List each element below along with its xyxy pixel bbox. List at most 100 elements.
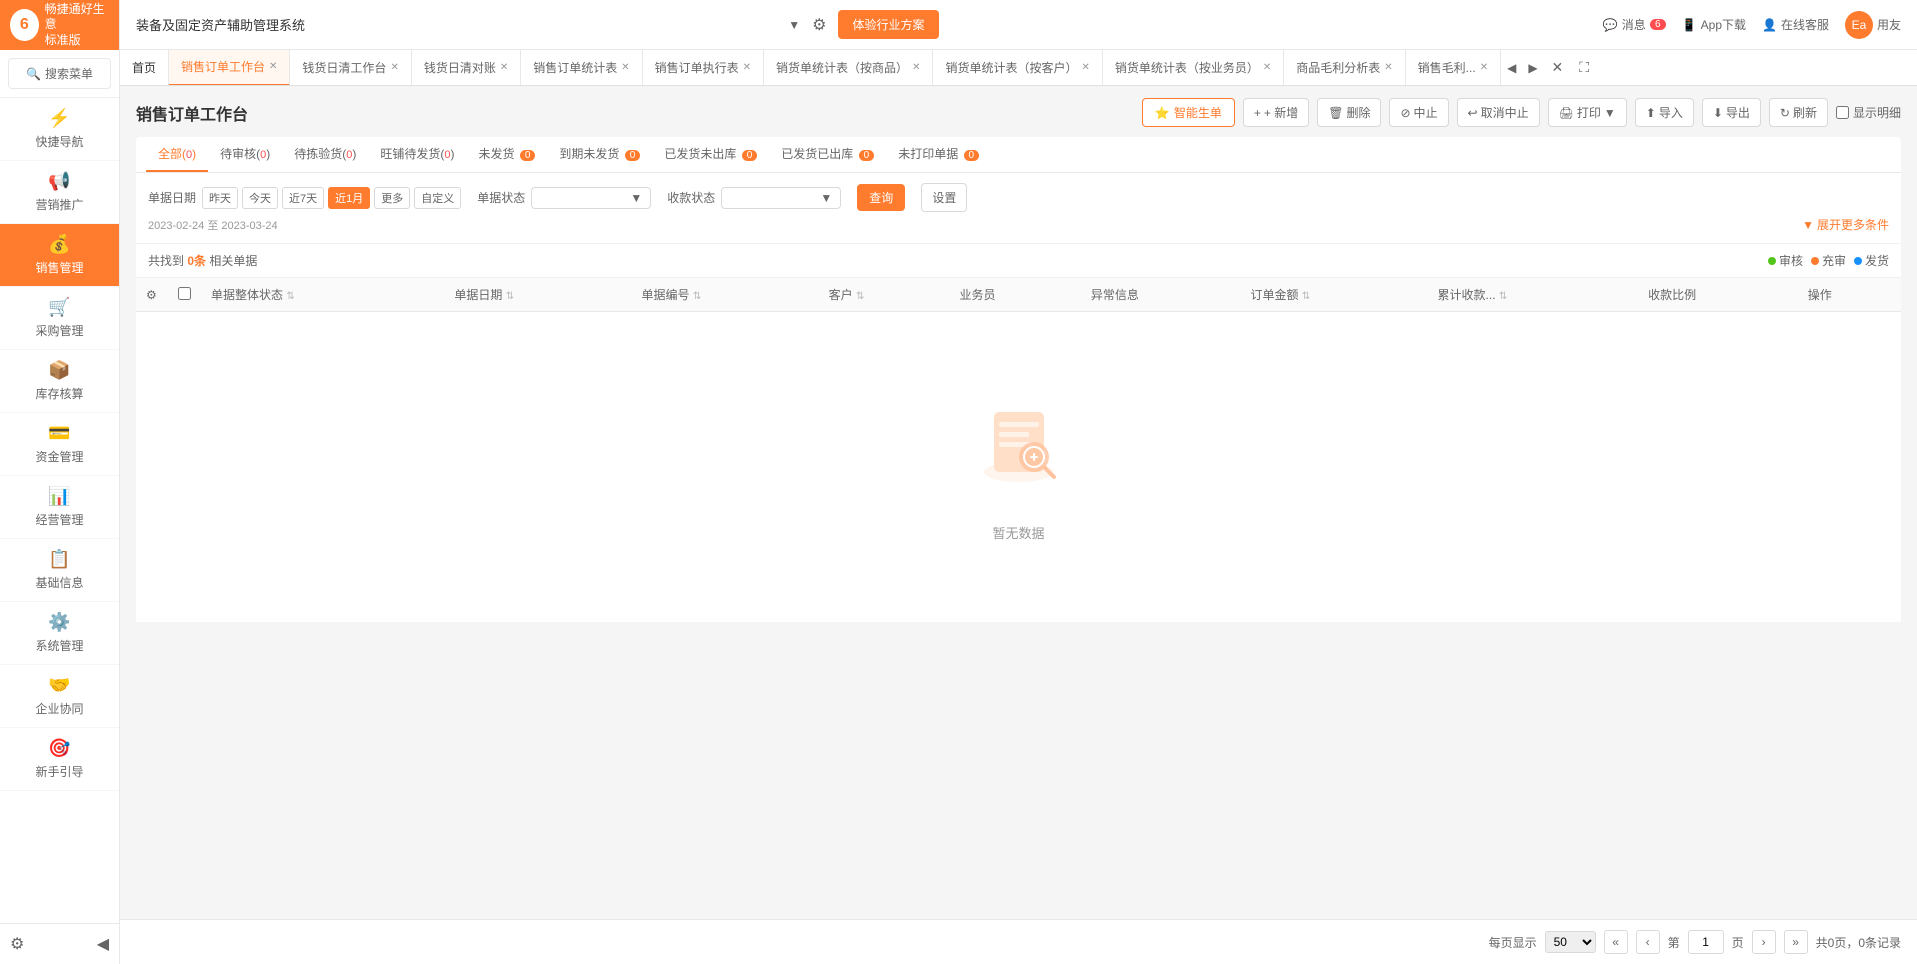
system-switcher[interactable]: ▼ bbox=[788, 18, 800, 32]
tab-sales-stats[interactable]: 销售订单统计表 ✕ bbox=[521, 50, 642, 86]
guide-icon: 🎯 bbox=[48, 738, 70, 759]
sidebar-item-marketing[interactable]: 📢 营销推广 bbox=[0, 161, 119, 224]
page-size-select[interactable]: 50 100 200 bbox=[1545, 931, 1596, 953]
undo-review-action[interactable]: 充审 bbox=[1811, 252, 1846, 269]
select-all-checkbox[interactable] bbox=[178, 287, 191, 300]
query-btn[interactable]: 查询 bbox=[857, 184, 905, 211]
collapse-btn[interactable]: ◀ bbox=[97, 934, 109, 954]
tab-close-margin[interactable]: ✕ bbox=[1480, 62, 1488, 73]
trial-btn[interactable]: 体验行业方案 bbox=[838, 10, 938, 39]
sidebar-item-sales[interactable]: 💰 销售管理 bbox=[0, 224, 119, 287]
message-btn[interactable]: 💬 消息 6 bbox=[1603, 16, 1666, 33]
delete-btn[interactable]: 🗑 删除 bbox=[1317, 98, 1381, 127]
page-first-btn[interactable]: « bbox=[1604, 930, 1628, 954]
tab-scroll-left[interactable]: ◀ bbox=[1501, 50, 1522, 86]
page-next-btn[interactable]: › bbox=[1752, 930, 1776, 954]
user-area[interactable]: Ea 用友 bbox=[1845, 11, 1901, 39]
date-7days[interactable]: 近7天 bbox=[282, 187, 324, 209]
settings-bottom-btn[interactable]: ⚙ bbox=[10, 934, 24, 954]
sort-amount[interactable]: ⇅ bbox=[1302, 291, 1310, 302]
sort-customer[interactable]: ⇅ bbox=[856, 291, 864, 302]
search-menu-button[interactable]: 🔍 搜索菜单 bbox=[8, 58, 111, 89]
sub-tab-overdue-ship[interactable]: 到期未发货 0 bbox=[547, 137, 652, 172]
filter-row-1: 单据日期 昨天 今天 近7天 近1月 更多 自定义 单据状态 ▼ bbox=[148, 183, 1889, 212]
tab-close-staff[interactable]: ✕ bbox=[1263, 62, 1271, 73]
sub-tab-pending-inspect[interactable]: 待拣验货(0) bbox=[282, 137, 368, 172]
tab-close-goods[interactable]: ✕ bbox=[912, 62, 920, 73]
date-custom[interactable]: 自定义 bbox=[414, 187, 461, 209]
stop-btn[interactable]: ⊘ 中止 bbox=[1389, 98, 1448, 127]
page-last-btn[interactable]: » bbox=[1784, 930, 1808, 954]
sub-tab-shop-pending[interactable]: 旺铺待发货(0) bbox=[368, 137, 466, 172]
sidebar-item-quick-nav[interactable]: ⚡ 快捷导航 bbox=[0, 98, 119, 161]
tab-close-customer[interactable]: ✕ bbox=[1081, 62, 1089, 73]
tab-staff-stats[interactable]: 销货单统计表（按业务员） ✕ bbox=[1103, 50, 1284, 86]
tab-sales-order[interactable]: 销售订单工作台 ✕ bbox=[169, 50, 290, 86]
page-number-input[interactable] bbox=[1688, 930, 1724, 954]
sub-tab-all[interactable]: 全部(0) bbox=[146, 137, 208, 172]
date-yesterday[interactable]: 昨天 bbox=[202, 187, 238, 209]
tab-close-profit[interactable]: ✕ bbox=[1384, 62, 1392, 73]
tab-sales-margin[interactable]: 销售毛利... ✕ bbox=[1406, 50, 1501, 86]
print-btn[interactable]: 🖨 打印 ▼ bbox=[1548, 98, 1627, 127]
online-service-btn[interactable]: 👤 在线客服 bbox=[1762, 16, 1829, 33]
export-btn[interactable]: ⬇ 导出 bbox=[1702, 98, 1761, 127]
tab-close-daily-clear[interactable]: ✕ bbox=[390, 62, 398, 73]
service-icon: 👤 bbox=[1762, 18, 1777, 32]
smart-generate-btn[interactable]: ⭐ 智能生单 bbox=[1142, 98, 1235, 127]
sidebar-item-inventory[interactable]: 📦 库存核算 bbox=[0, 350, 119, 413]
date-today[interactable]: 今天 bbox=[242, 187, 278, 209]
tab-close-reconcile[interactable]: ✕ bbox=[500, 62, 508, 73]
tab-sales-exec[interactable]: 销售订单执行表 ✕ bbox=[643, 50, 764, 86]
app-download-btn[interactable]: 📱 App下载 bbox=[1682, 16, 1746, 33]
date-1month[interactable]: 近1月 bbox=[328, 187, 370, 209]
sidebar-item-finance[interactable]: 💳 资金管理 bbox=[0, 413, 119, 476]
sidebar-item-basic-info[interactable]: 📋 基础信息 bbox=[0, 539, 119, 602]
sort-collected[interactable]: ⇅ bbox=[1499, 291, 1507, 302]
tab-goods-stats[interactable]: 销货单统计表（按商品） ✕ bbox=[764, 50, 933, 86]
tab-reconcile[interactable]: 钱货日清对账 ✕ bbox=[412, 50, 521, 86]
sort-date[interactable]: ⇅ bbox=[506, 291, 514, 302]
new-btn[interactable]: + + 新增 bbox=[1243, 98, 1309, 127]
import-btn[interactable]: ⬆ 导入 bbox=[1635, 98, 1694, 127]
cancel-stop-btn[interactable]: ↩ 取消中止 bbox=[1457, 98, 1540, 127]
sub-tab-not-printed[interactable]: 未打印单据 0 bbox=[886, 137, 991, 172]
tab-scroll-right[interactable]: ▶ bbox=[1522, 50, 1543, 86]
page-header: 销售订单工作台 ⭐ 智能生单 + + 新增 🗑 删除 ⊘ 中止 bbox=[136, 98, 1901, 127]
page-prev-btn[interactable]: ‹ bbox=[1636, 930, 1660, 954]
tab-daily-clear[interactable]: 钱货日清工作台 ✕ bbox=[290, 50, 411, 86]
tab-close-all[interactable]: ✕ bbox=[1544, 50, 1572, 86]
sidebar-item-guide[interactable]: 🎯 新手引导 bbox=[0, 728, 119, 791]
tab-profit[interactable]: 商品毛利分析表 ✕ bbox=[1284, 50, 1405, 86]
sub-tab-shipped-out[interactable]: 已发货已出库 0 bbox=[769, 137, 886, 172]
status-select[interactable]: ▼ bbox=[531, 187, 651, 209]
table-info: 共找到 0条 相关单据 审核 充审 发货 bbox=[136, 244, 1901, 278]
sub-tab-shipped-not-out[interactable]: 已发货未出库 0 bbox=[652, 137, 769, 172]
show-detail-input[interactable] bbox=[1836, 106, 1849, 119]
tab-close-exec[interactable]: ✕ bbox=[743, 62, 751, 73]
sidebar-item-management[interactable]: 📊 经营管理 bbox=[0, 476, 119, 539]
sidebar-item-system[interactable]: ⚙️ 系统管理 bbox=[0, 602, 119, 665]
tab-close-sales-order[interactable]: ✕ bbox=[269, 61, 277, 72]
review-action[interactable]: 审核 bbox=[1768, 252, 1803, 269]
tab-close-stats[interactable]: ✕ bbox=[621, 62, 629, 73]
setting-filter-btn[interactable]: 设置 bbox=[921, 183, 967, 212]
topbar-settings-icon[interactable]: ⚙ bbox=[812, 15, 826, 35]
payment-select[interactable]: ▼ bbox=[721, 187, 841, 209]
show-detail-checkbox[interactable]: 显示明细 bbox=[1836, 104, 1901, 121]
tab-customer-stats[interactable]: 销货单统计表（按客户） ✕ bbox=[933, 50, 1102, 86]
sort-status[interactable]: ⇅ bbox=[286, 291, 294, 302]
refresh-btn[interactable]: ↻ 刷新 bbox=[1769, 98, 1828, 127]
settings-col-icon[interactable]: ⚙ bbox=[146, 288, 157, 302]
ship-action[interactable]: 发货 bbox=[1854, 252, 1889, 269]
sub-tab-not-shipped[interactable]: 未发货 0 bbox=[467, 137, 548, 172]
sidebar-item-purchase[interactable]: 🛒 采购管理 bbox=[0, 287, 119, 350]
sidebar-item-collaboration[interactable]: 🤝 企业协同 bbox=[0, 665, 119, 728]
sort-number[interactable]: ⇅ bbox=[693, 291, 701, 302]
sub-tab-pending-review[interactable]: 待审核(0) bbox=[208, 137, 282, 172]
expand-filter-btn[interactable]: ▼ 展开更多条件 bbox=[1802, 216, 1889, 233]
tab-home[interactable]: 首页 bbox=[120, 50, 169, 86]
green-dot bbox=[1768, 257, 1776, 265]
date-more[interactable]: 更多 bbox=[374, 187, 410, 209]
tab-fullscreen[interactable]: ⛶ bbox=[1571, 50, 1597, 86]
